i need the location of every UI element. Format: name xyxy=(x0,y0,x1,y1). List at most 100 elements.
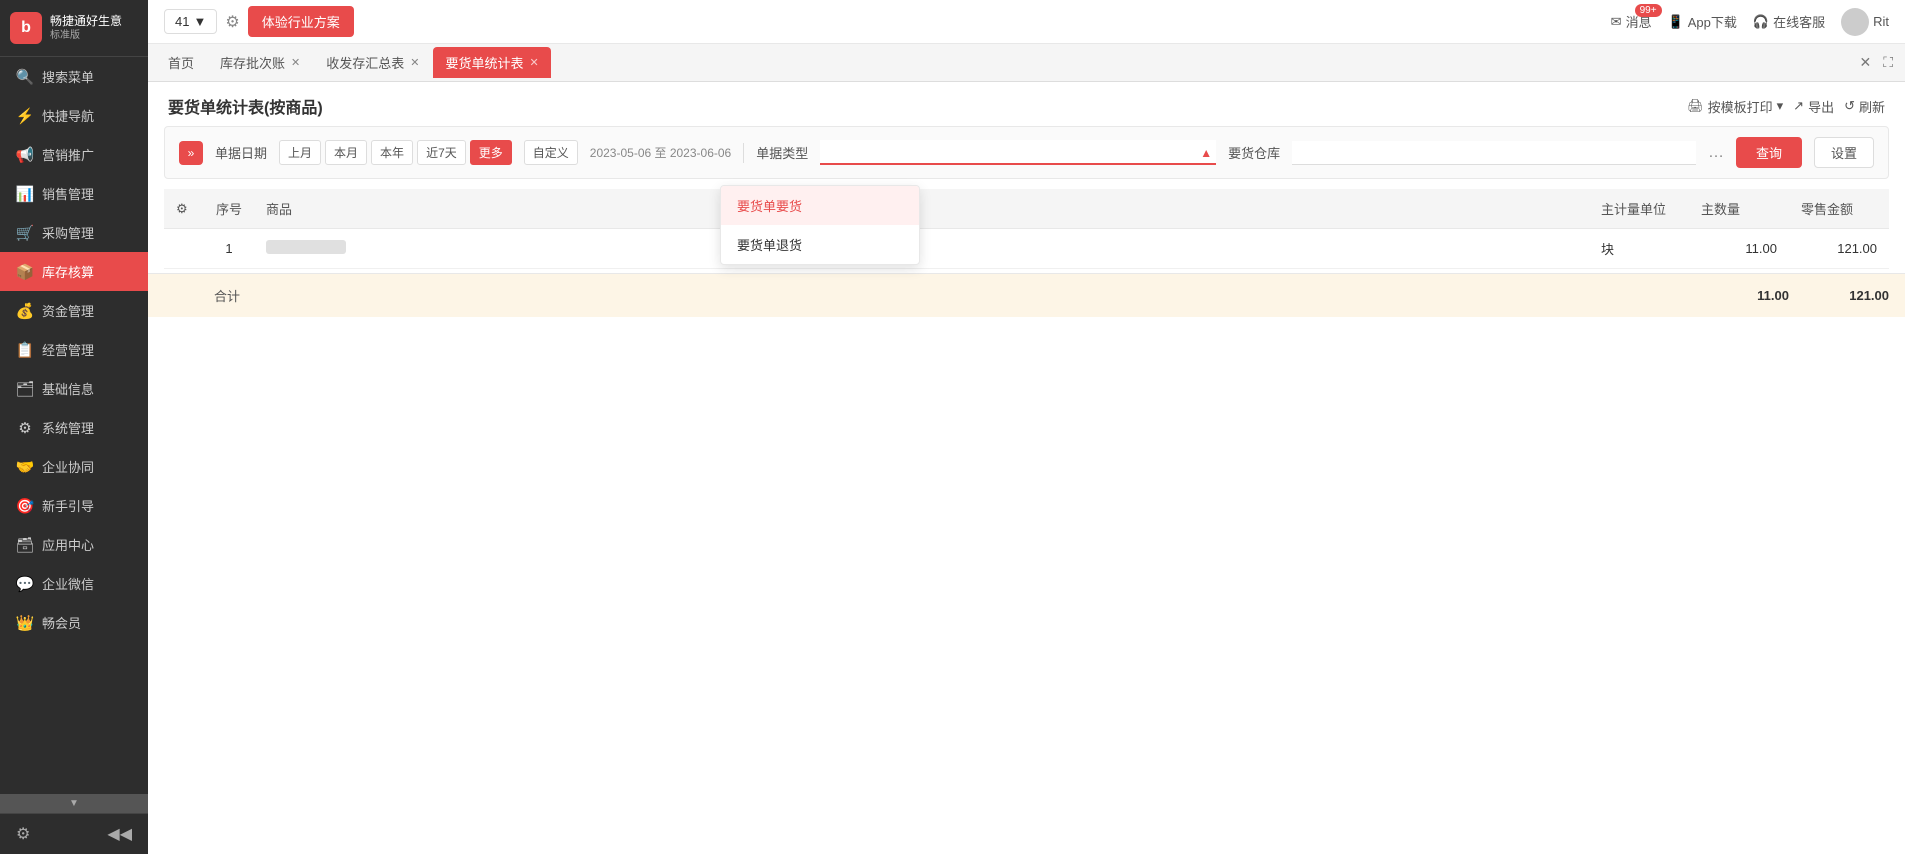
sidebar-item-system[interactable]: ⚙ 系统管理 xyxy=(0,408,148,447)
tab-inventory-batch[interactable]: 库存批次账 ✕ xyxy=(208,47,312,78)
th-unit: 主计量单位 xyxy=(1589,189,1689,229)
tab-label: 要货单统计表 xyxy=(445,53,523,72)
sidebar-item-basic[interactable]: 🗂 基础信息 xyxy=(0,369,148,408)
date-range-buttons: 上月 本月 本年 近7天 更多 xyxy=(279,140,512,165)
sidebar-item-appstore[interactable]: 🗃 应用中心 xyxy=(0,525,148,564)
sidebar-item-sales[interactable]: 📊 销售管理 xyxy=(0,174,148,213)
app-download-button[interactable]: 📱 App下载 xyxy=(1668,12,1737,31)
date-last7days-button[interactable]: 近7天 xyxy=(417,140,466,165)
product-placeholder xyxy=(266,240,346,254)
settings-button[interactable]: 设置 xyxy=(1814,137,1874,168)
store-name: 41 xyxy=(175,14,189,29)
close-all-icon[interactable]: ✕ xyxy=(1855,52,1875,73)
sidebar-item-enterprise[interactable]: 🤝 企业协同 xyxy=(0,447,148,486)
topbar-right: ✉ 消息 99+ 📱 App下载 🎧 在线客服 Rit xyxy=(1611,8,1889,36)
tab-close-icon[interactable]: ✕ xyxy=(291,56,300,69)
sidebar-item-wechat[interactable]: 💬 企业微信 xyxy=(0,564,148,603)
sidebar-item-label: 应用中心 xyxy=(42,535,94,554)
sidebar-item-label: 基础信息 xyxy=(42,379,94,398)
sidebar-scroll-down[interactable]: ▼ xyxy=(0,794,148,813)
print-icon: 🖨 xyxy=(1687,98,1704,114)
tab-close-icon[interactable]: ✕ xyxy=(410,56,419,69)
dropdown-item-return[interactable]: 要货单退货 xyxy=(721,225,919,264)
topbar: 41 ▼ ⚙ 体验行业方案 ✉ 消息 99+ 📱 App下载 🎧 在线客服 R xyxy=(148,0,1905,44)
maximize-icon[interactable]: ⛶ xyxy=(1879,52,1897,73)
refresh-button[interactable]: ↺ 刷新 xyxy=(1844,97,1885,116)
th-no: 序号 xyxy=(204,189,254,229)
user-avatar xyxy=(1841,8,1869,36)
row-unit: 块 xyxy=(1589,229,1689,269)
refresh-icon: ↺ xyxy=(1844,98,1855,114)
tabs-bar: 首页 库存批次账 ✕ 收发存汇总表 ✕ 要货单统计表 ✕ ✕ ⛶ xyxy=(148,44,1905,82)
page-title: 要货单统计表(按商品) xyxy=(168,94,323,118)
total-qty: 11.00 xyxy=(1689,288,1789,303)
tab-home-label: 首页 xyxy=(168,53,194,72)
filter-expand-button[interactable]: » xyxy=(179,141,203,165)
date-custom-button[interactable]: 自定义 xyxy=(524,140,578,165)
tab-collect-summary[interactable]: 收发存汇总表 ✕ xyxy=(314,47,431,78)
sidebar-item-purchase[interactable]: 🛒 采购管理 xyxy=(0,213,148,252)
sidebar-item-inventory[interactable]: 📦 库存核算 xyxy=(0,252,148,291)
date-this-year-button[interactable]: 本年 xyxy=(371,140,413,165)
footer-total: 合计 11.00 121.00 xyxy=(148,273,1905,317)
topbar-left: 41 ▼ ⚙ 体验行业方案 xyxy=(164,6,1599,37)
query-button[interactable]: 查询 xyxy=(1736,137,1802,168)
type-select-input[interactable] xyxy=(820,140,1216,165)
column-settings-icon[interactable]: ⚙ xyxy=(176,201,188,216)
page-content: 要货单统计表(按商品) 🖨 按模板打印 ▾ ↗ 导出 ↺ 刷新 xyxy=(148,82,1905,854)
table-wrapper: ⚙ 序号 商品 主计量单位 主数 xyxy=(164,189,1889,269)
quicknav-icon: ⚡ xyxy=(16,107,34,125)
date-last-month-button[interactable]: 上月 xyxy=(279,140,321,165)
online-service-button[interactable]: 🎧 在线客服 xyxy=(1753,12,1825,31)
th-qty: 主数量 xyxy=(1689,189,1789,229)
type-dropdown: 要货单要货 要货单退货 xyxy=(720,185,920,265)
sidebar-item-label: 搜索菜单 xyxy=(42,67,94,86)
guide-icon: 🎯 xyxy=(16,497,34,515)
warehouse-input[interactable] xyxy=(1292,141,1696,165)
settings-icon[interactable]: ⚙ xyxy=(16,824,30,844)
tab-order-summary[interactable]: 要货单统计表 ✕ xyxy=(433,47,550,78)
collapse-icon[interactable]: ◀◀ xyxy=(107,824,132,844)
sidebar-item-label: 采购管理 xyxy=(42,223,94,242)
date-this-month-button[interactable]: 本月 xyxy=(325,140,367,165)
export-button[interactable]: ↗ 导出 xyxy=(1793,97,1834,116)
sidebar-item-member[interactable]: 👑 畅会员 xyxy=(0,603,148,642)
filter-row: » 单据日期 上月 本月 本年 近7天 更多 自定义 2023-05-06 至 … xyxy=(179,137,1874,168)
th-settings[interactable]: ⚙ xyxy=(164,189,204,229)
trial-button[interactable]: 体验行业方案 xyxy=(248,6,354,37)
tab-close-icon[interactable]: ✕ xyxy=(530,56,539,69)
main-area: 41 ▼ ⚙ 体验行业方案 ✉ 消息 99+ 📱 App下载 🎧 在线客服 R xyxy=(148,0,1905,854)
filter-more-icon[interactable]: … xyxy=(1708,144,1724,162)
date-more-button[interactable]: 更多 xyxy=(470,140,512,165)
data-table: ⚙ 序号 商品 主计量单位 主数 xyxy=(164,189,1889,269)
finance-icon: 💰 xyxy=(16,302,34,320)
user-profile[interactable]: Rit xyxy=(1841,8,1889,36)
sidebar-item-label: 快捷导航 xyxy=(42,106,94,125)
th-amount: 零售金额 xyxy=(1789,189,1889,229)
sidebar-item-label: 畅会员 xyxy=(42,613,81,632)
row-settings xyxy=(164,229,204,269)
inventory-icon: 📦 xyxy=(16,263,34,281)
operation-icon: 📋 xyxy=(16,341,34,359)
tabs-right-actions: ✕ ⛶ xyxy=(1855,52,1897,73)
date-label: 单据日期 xyxy=(215,143,267,162)
tab-home[interactable]: 首页 xyxy=(156,47,206,78)
logo-text: 畅捷通好生意 标准版 xyxy=(50,14,122,43)
row-amount: 121.00 xyxy=(1789,229,1889,269)
chevron-down-icon: ▾ xyxy=(1777,98,1784,114)
tab-label: 收发存汇总表 xyxy=(326,53,404,72)
message-button[interactable]: ✉ 消息 99+ xyxy=(1611,12,1652,31)
sidebar-item-search[interactable]: 🔍 搜索菜单 xyxy=(0,57,148,96)
filter-divider xyxy=(743,143,744,163)
dropdown-item-request[interactable]: 要货单要货 xyxy=(721,186,919,225)
store-selector[interactable]: 41 ▼ xyxy=(164,9,217,34)
logo-icon: b xyxy=(10,12,42,44)
date-range-text: 2023-05-06 至 2023-06-06 xyxy=(590,144,731,161)
sidebar-item-marketing[interactable]: 📢 营销推广 xyxy=(0,135,148,174)
topbar-gear-icon[interactable]: ⚙ xyxy=(225,12,239,32)
sidebar-item-guide[interactable]: 🎯 新手引导 xyxy=(0,486,148,525)
sidebar-item-finance[interactable]: 💰 资金管理 xyxy=(0,291,148,330)
sidebar-item-quicknav[interactable]: ⚡ 快捷导航 xyxy=(0,96,148,135)
sidebar-item-operation[interactable]: 📋 经营管理 xyxy=(0,330,148,369)
print-template-button[interactable]: 🖨 按模板打印 ▾ xyxy=(1687,97,1783,116)
